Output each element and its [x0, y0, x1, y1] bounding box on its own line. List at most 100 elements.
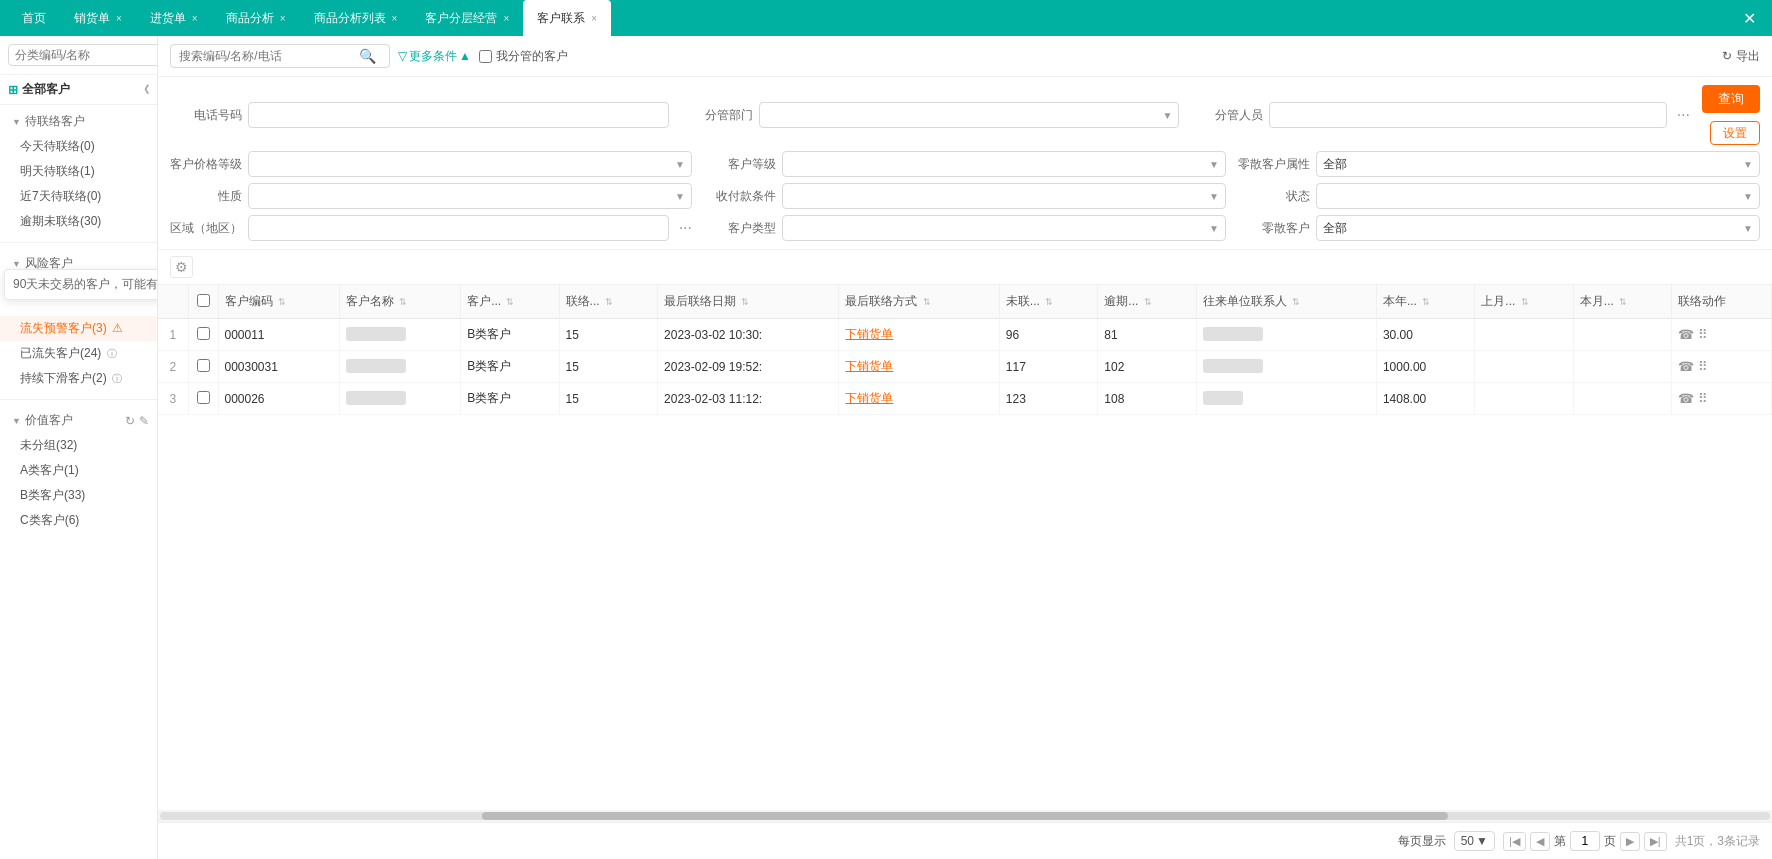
my-customers-check[interactable] [479, 50, 492, 63]
row-checkbox-1[interactable] [197, 327, 210, 340]
sidebar-search-input[interactable] [8, 44, 158, 66]
row-checkbox-3[interactable] [197, 391, 210, 404]
tab-bar: 首页 销货单 × 进货单 × 商品分析 × 商品分析列表 × 客户分层经营 × … [0, 0, 1772, 36]
main-search-input[interactable] [179, 49, 359, 63]
tab-sales[interactable]: 销货单 × [60, 0, 136, 36]
person-select[interactable] [1269, 102, 1666, 128]
next-page-btn[interactable]: ▶ [1620, 832, 1640, 851]
cell-last-month-1 [1475, 319, 1573, 351]
first-page-btn[interactable]: |◀ [1503, 832, 1526, 851]
tab-close-customer-contact[interactable]: × [591, 13, 597, 24]
person-more-icon[interactable]: ··· [1677, 106, 1690, 124]
prev-page-btn[interactable]: ◀ [1530, 832, 1550, 851]
th-type[interactable]: 客户... ⇅ [461, 285, 559, 319]
price-level-select[interactable]: ▼ [248, 151, 692, 177]
tab-customer-layer[interactable]: 客户分层经营 × [411, 0, 523, 36]
th-overdue[interactable]: 逾期... ⇅ [1098, 285, 1196, 319]
sidebar-item-7days[interactable]: 近7天待联络(0) [0, 184, 157, 209]
settings-button[interactable]: 设置 [1710, 121, 1760, 145]
sidebar-group-title-value[interactable]: ▼ 价值客户 ↻ ✎ [0, 408, 157, 433]
th-uncontacted[interactable]: 未联... ⇅ [999, 285, 1097, 319]
refresh-icon-value[interactable]: ↻ [125, 414, 135, 428]
select-all-checkbox[interactable] [197, 294, 210, 307]
sidebar-item-class-b[interactable]: B类客户(33) [0, 483, 157, 508]
scroll-thumb[interactable] [482, 812, 1448, 820]
cell-last-method-3[interactable]: 下销货单 [839, 383, 999, 415]
th-last-month[interactable]: 上月... ⇅ [1475, 285, 1573, 319]
tab-close-customer-layer[interactable]: × [503, 13, 509, 24]
tab-customer-contact[interactable]: 客户联系 × [523, 0, 611, 36]
th-this-year[interactable]: 本年... ⇅ [1376, 285, 1474, 319]
row-checkbox-2[interactable] [197, 359, 210, 372]
tab-analysis-list[interactable]: 商品分析列表 × [300, 0, 412, 36]
th-last-method[interactable]: 最后联络方式 ⇅ [839, 285, 999, 319]
horizontal-scrollbar[interactable] [158, 810, 1772, 822]
warning-icon: ⚠ [112, 321, 123, 335]
cell-uncontacted-3: 123 [999, 383, 1097, 415]
tab-home[interactable]: 首页 [8, 0, 60, 36]
sidebar-item-today[interactable]: 今天待联络(0) [0, 134, 157, 159]
sidebar-item-tomorrow[interactable]: 明天待联络(1) [0, 159, 157, 184]
edit-icon-value[interactable]: ✎ [139, 414, 149, 428]
tab-close-analysis[interactable]: × [280, 13, 286, 24]
zero-customer-select[interactable]: 全部▼ [1316, 215, 1760, 241]
export-button[interactable]: ↻ 导出 [1722, 48, 1760, 65]
query-button[interactable]: 查询 [1702, 85, 1760, 113]
window-close-button[interactable]: ✕ [1735, 9, 1764, 28]
action-more-icon-2[interactable]: ⠿ [1698, 359, 1708, 374]
sidebar-item-class-c[interactable]: C类客户(6) [0, 508, 157, 533]
region-more-icon[interactable]: ··· [679, 219, 692, 237]
action-more-icon-1[interactable]: ⠿ [1698, 327, 1708, 342]
th-this-month[interactable]: 本月... ⇅ [1573, 285, 1671, 319]
page-input[interactable] [1570, 831, 1600, 851]
tab-close-purchase[interactable]: × [192, 13, 198, 24]
collapse-icon: 《 [139, 83, 149, 97]
sidebar-item-lost[interactable]: 已流失客户(24) ⓘ [0, 341, 157, 366]
sidebar-item-declining[interactable]: 持续下滑客户(2) ⓘ [0, 366, 157, 391]
customer-level-select[interactable]: ▼ [782, 151, 1226, 177]
status-select[interactable]: ▼ [1316, 183, 1760, 209]
all-customers-header[interactable]: ⊞ 全部客户 《 [0, 75, 157, 105]
zero-attr-select[interactable]: 全部▼ [1316, 151, 1760, 177]
table-settings-gear[interactable]: ⚙ [170, 256, 193, 278]
page-size-select[interactable]: 50 ▼ [1454, 831, 1495, 851]
my-customers-checkbox[interactable]: 我分管的客户 [479, 48, 568, 65]
sidebar-item-class-a[interactable]: A类客户(1) [0, 458, 157, 483]
tab-close-sales[interactable]: × [116, 13, 122, 24]
cell-last-month-3 [1475, 383, 1573, 415]
cell-checkbox-2[interactable] [188, 351, 218, 383]
action-more-icon-3[interactable]: ⠿ [1698, 391, 1708, 406]
payment-select[interactable]: ▼ [782, 183, 1226, 209]
tab-purchase[interactable]: 进货单 × [136, 0, 212, 36]
nature-select[interactable]: ▼ [248, 183, 692, 209]
more-conditions-btn[interactable]: ▽ 更多条件 ▲ [398, 48, 471, 65]
sort-icon-code: ⇅ [278, 297, 286, 307]
action-call-icon-1[interactable]: ☎ [1678, 327, 1694, 342]
region-select[interactable] [248, 215, 669, 241]
dept-select[interactable]: ▼ [759, 102, 1180, 128]
cell-checkbox-3[interactable] [188, 383, 218, 415]
last-page-btn[interactable]: ▶| [1644, 832, 1667, 851]
action-call-icon-3[interactable]: ☎ [1678, 391, 1694, 406]
sidebar-item-loss-warning[interactable]: 流失预警客户(3) ⚠ [0, 316, 157, 341]
cell-last-method-2[interactable]: 下销货单 [839, 351, 999, 383]
sidebar-item-overdue[interactable]: 逾期未联络(30) [0, 209, 157, 234]
th-code[interactable]: 客户编码 ⇅ [218, 285, 339, 319]
phone-input[interactable] [248, 102, 669, 128]
action-call-icon-2[interactable]: ☎ [1678, 359, 1694, 374]
tab-analysis[interactable]: 商品分析 × [212, 0, 300, 36]
filter-row-1: 电话号码 分管部门 ▼ 分管人员 ··· 查询 [170, 85, 1760, 145]
th-contact[interactable]: 联络... ⇅ [559, 285, 657, 319]
main-search-icon[interactable]: 🔍 [359, 48, 376, 64]
sidebar-item-ungroup[interactable]: 未分组(32) [0, 433, 157, 458]
filter-customer-level: 客户等级 ▼ [704, 151, 1226, 177]
tab-close-analysis-list[interactable]: × [392, 13, 398, 24]
cell-last-method-1[interactable]: 下销货单 [839, 319, 999, 351]
th-name[interactable]: 客户名称 ⇅ [339, 285, 460, 319]
customer-type-select[interactable]: ▼ [782, 215, 1226, 241]
scroll-track[interactable] [160, 812, 1770, 820]
th-contact-person[interactable]: 往来单位联系人 ⇅ [1196, 285, 1376, 319]
sidebar-group-title-pending[interactable]: ▼ 待联络客户 [0, 109, 157, 134]
th-last-date[interactable]: 最后联络日期 ⇅ [658, 285, 839, 319]
cell-checkbox-1[interactable] [188, 319, 218, 351]
